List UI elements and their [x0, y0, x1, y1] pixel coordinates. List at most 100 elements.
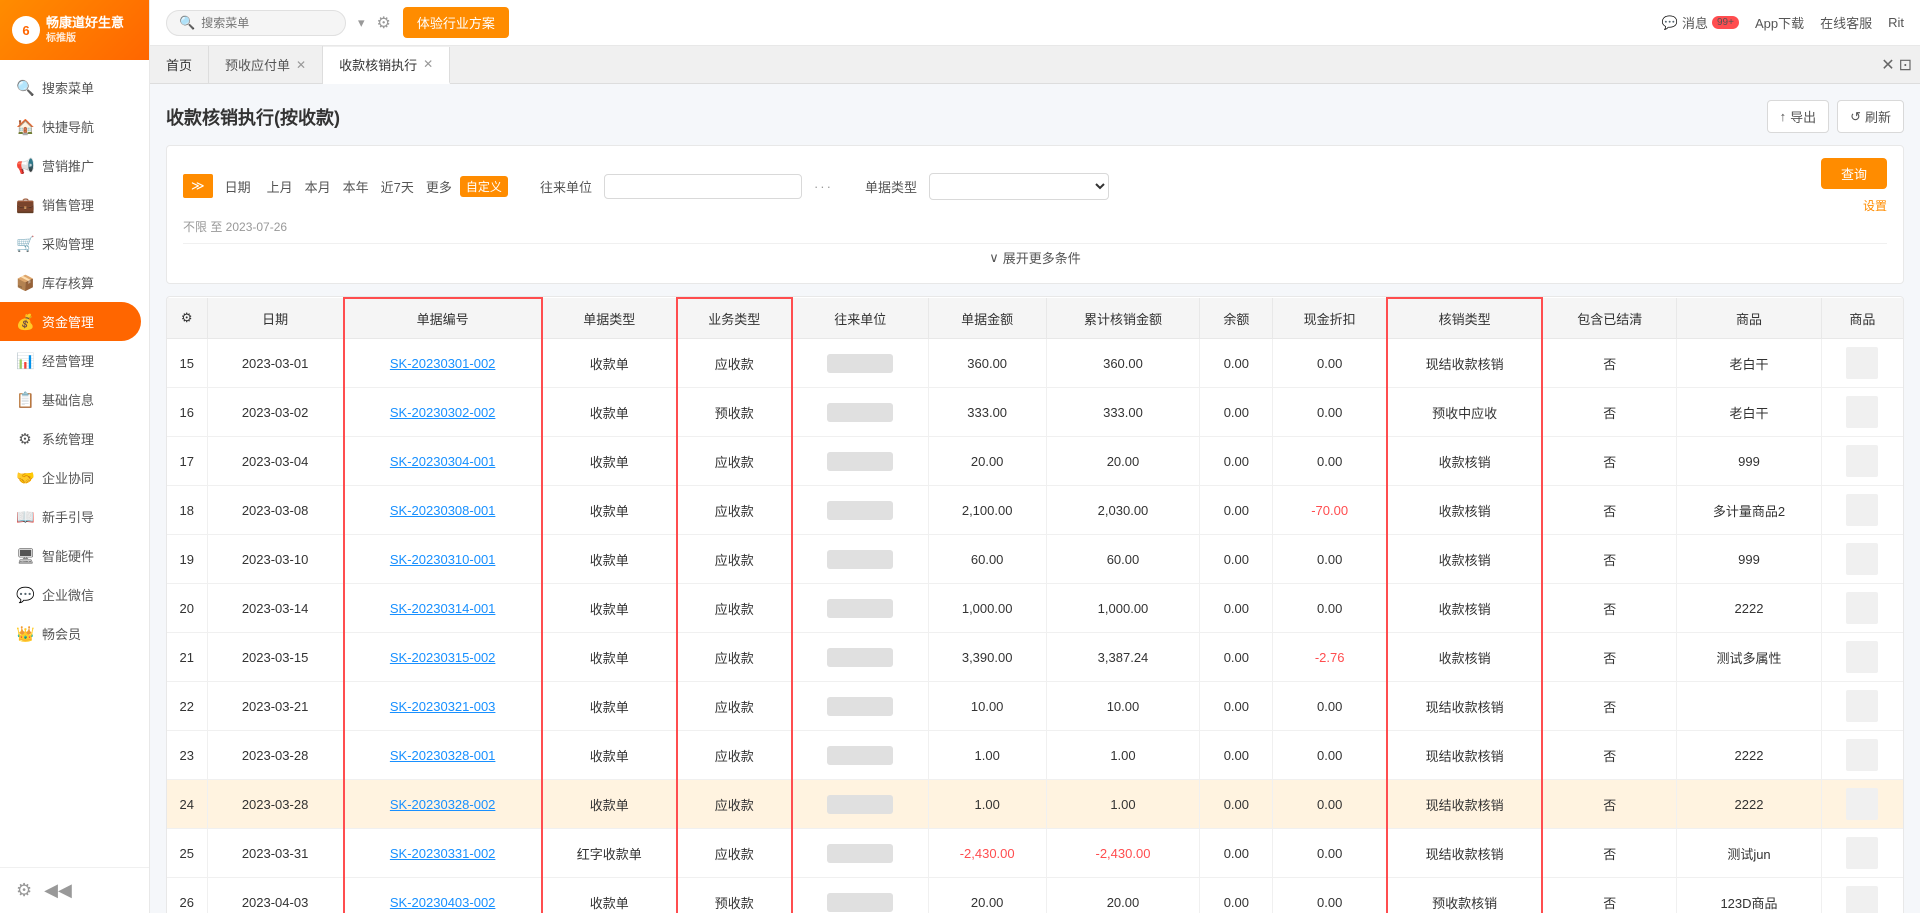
sidebar-item-hardware[interactable]: 🖥 智能硬件 [0, 536, 149, 575]
cell-no: 16 [167, 388, 207, 437]
cell-date: 2023-03-28 [207, 731, 344, 780]
tab-home[interactable]: 首页 [150, 46, 209, 83]
export-button[interactable]: ↑ 导出 [1767, 100, 1830, 133]
shortcut-last-month[interactable]: 上月 [263, 175, 297, 198]
refresh-button[interactable]: ↺ 刷新 [1837, 100, 1904, 133]
bill-no-link[interactable]: SK-20230304-001 [390, 454, 496, 469]
partner-dots-button[interactable]: ··· [814, 179, 833, 194]
cell-include-settled: 否 [1542, 388, 1676, 437]
partner-filter-input[interactable] [604, 174, 802, 199]
sidebar-item-inventory[interactable]: 📦 库存核算 [0, 263, 149, 302]
online-service-link[interactable]: 在线客服 [1820, 13, 1872, 32]
main-area: 🔍 ▾ ⚙ 体验行业方案 💬 消息 99+ App下载 在线客服 Rit 首页 … [150, 0, 1920, 913]
app-download-link[interactable]: App下载 [1755, 13, 1804, 32]
tab-close-all-icon[interactable]: ✕ [1881, 55, 1894, 75]
message-notif[interactable]: 💬 消息 99+ [1662, 13, 1739, 32]
cell-partner: ██ [792, 633, 929, 682]
cell-biz-type: 应收款 [677, 437, 792, 486]
sidebar-item-purchase[interactable]: 🛒 采购管理 [0, 224, 149, 263]
cell-discount: 0.00 [1273, 682, 1387, 731]
cell-discount: 0.00 [1273, 535, 1387, 584]
shortcut-this-year[interactable]: 本年 [339, 175, 373, 198]
cell-amount: 60.00 [928, 535, 1046, 584]
cell-amount: 1,000.00 [928, 584, 1046, 633]
tab-collection[interactable]: 收款核销执行 ✕ [323, 47, 450, 84]
shortcut-more[interactable]: 更多 [422, 175, 456, 198]
sidebar-item-quick-nav[interactable]: 🏠 快捷导航 [0, 107, 149, 146]
bill-no-link[interactable]: SK-20230315-002 [390, 650, 496, 665]
cell-accumulated: 60.00 [1046, 535, 1200, 584]
sidebar-item-member[interactable]: 👑 畅会员 [0, 614, 149, 653]
filter-settings-link[interactable]: 设置 [1863, 197, 1887, 214]
sidebar-item-system[interactable]: ⚙ 系统管理 [0, 419, 149, 458]
bill-no-link[interactable]: SK-20230403-002 [390, 895, 496, 910]
cell-biz-type: 预收款 [677, 878, 792, 913]
sidebar-item-finance[interactable]: 💰 资金管理 [0, 302, 141, 341]
sidebar-item-basic[interactable]: 📋 基础信息 [0, 380, 149, 419]
cell-include-settled: 否 [1542, 437, 1676, 486]
cell-goods: 2222 [1677, 780, 1822, 829]
cell-partner: ██ [792, 731, 929, 780]
sidebar-item-enterprise[interactable]: 🤝 企业协同 [0, 458, 149, 497]
topbar: 🔍 ▾ ⚙ 体验行业方案 💬 消息 99+ App下载 在线客服 Rit [150, 0, 1920, 46]
shortcut-this-month[interactable]: 本月 [301, 175, 335, 198]
settings-footer-icon[interactable]: ⚙ [16, 880, 32, 901]
cell-bill-no: SK-20230403-002 [344, 878, 542, 913]
tab-prepay[interactable]: 预收应付单 ✕ [209, 46, 323, 83]
bill-no-link[interactable]: SK-20230314-001 [390, 601, 496, 616]
th-discount: 现金折扣 [1273, 298, 1387, 339]
tab-collection-close-icon[interactable]: ✕ [423, 57, 433, 71]
cell-amount: 3,390.00 [928, 633, 1046, 682]
bill-no-link[interactable]: SK-20230302-002 [390, 405, 496, 420]
collapse-icon[interactable]: ◀◀ [44, 880, 72, 901]
sidebar-item-sales[interactable]: 💼 销售管理 [0, 185, 149, 224]
bill-type-select[interactable] [929, 173, 1109, 200]
cell-bill-type: 收款单 [542, 780, 677, 829]
cell-biz-type: 应收款 [677, 584, 792, 633]
table-row: 20 2023-03-14 SK-20230314-001 收款单 应收款 ██… [167, 584, 1903, 633]
topbar-dropdown-arrow[interactable]: ▾ [358, 15, 365, 31]
system-icon: ⚙ [16, 430, 34, 448]
refresh-icon: ↺ [1850, 109, 1861, 125]
shortcut-last-7days[interactable]: 近7天 [377, 175, 418, 198]
cell-bill-type: 收款单 [542, 388, 677, 437]
cell-bill-type: 收款单 [542, 339, 677, 388]
bill-no-link[interactable]: SK-20230321-003 [390, 699, 496, 714]
tab-prepay-close-icon[interactable]: ✕ [296, 58, 306, 72]
sidebar-item-marketing[interactable]: 📢 营销推广 [0, 146, 149, 185]
sidebar-item-guide[interactable]: 📖 新手引导 [0, 497, 149, 536]
cell-goods: 2222 [1677, 731, 1822, 780]
cell-goods-img [1821, 829, 1903, 878]
shortcut-custom[interactable]: 自定义 [460, 176, 508, 197]
bill-no-link[interactable]: SK-20230308-001 [390, 503, 496, 518]
sidebar-item-wechat[interactable]: 💬 企业微信 [0, 575, 149, 614]
cell-cancel-type: 现结收款核销 [1387, 731, 1542, 780]
cell-goods: 老白干 [1677, 339, 1822, 388]
bill-no-link[interactable]: SK-20230310-001 [390, 552, 496, 567]
bill-no-link[interactable]: SK-20230328-002 [390, 797, 496, 812]
username-display[interactable]: Rit [1888, 15, 1904, 30]
topbar-search-input[interactable] [201, 16, 341, 30]
expand-more-conditions[interactable]: ∨ 展开更多条件 [183, 243, 1887, 271]
sidebar-item-operations[interactable]: 📊 经营管理 [0, 341, 149, 380]
industry-solution-button[interactable]: 体验行业方案 [403, 7, 509, 38]
bill-no-link[interactable]: SK-20230301-002 [390, 356, 496, 371]
cell-bill-no: SK-20230308-001 [344, 486, 542, 535]
cell-bill-type: 收款单 [542, 584, 677, 633]
bill-no-link[interactable]: SK-20230328-001 [390, 748, 496, 763]
cell-no: 22 [167, 682, 207, 731]
cell-discount: -70.00 [1273, 486, 1387, 535]
sidebar-item-search[interactable]: 🔍 搜索菜单 [0, 68, 149, 107]
cell-accumulated: 2,030.00 [1046, 486, 1200, 535]
bill-no-link[interactable]: SK-20230331-002 [390, 846, 496, 861]
query-button[interactable]: 查询 [1821, 158, 1887, 189]
cell-cancel-type: 收款核销 [1387, 535, 1542, 584]
tab-maximize-icon[interactable]: ⊡ [1899, 55, 1912, 75]
cell-amount: 360.00 [928, 339, 1046, 388]
topbar-gear-icon[interactable]: ⚙ [377, 13, 391, 33]
filter-expand-button[interactable]: ≫ [183, 174, 213, 198]
cell-accumulated: 3,387.24 [1046, 633, 1200, 682]
cell-balance: 0.00 [1200, 584, 1273, 633]
settings-icon[interactable]: ⚙ [181, 310, 193, 325]
cell-discount: 0.00 [1273, 780, 1387, 829]
